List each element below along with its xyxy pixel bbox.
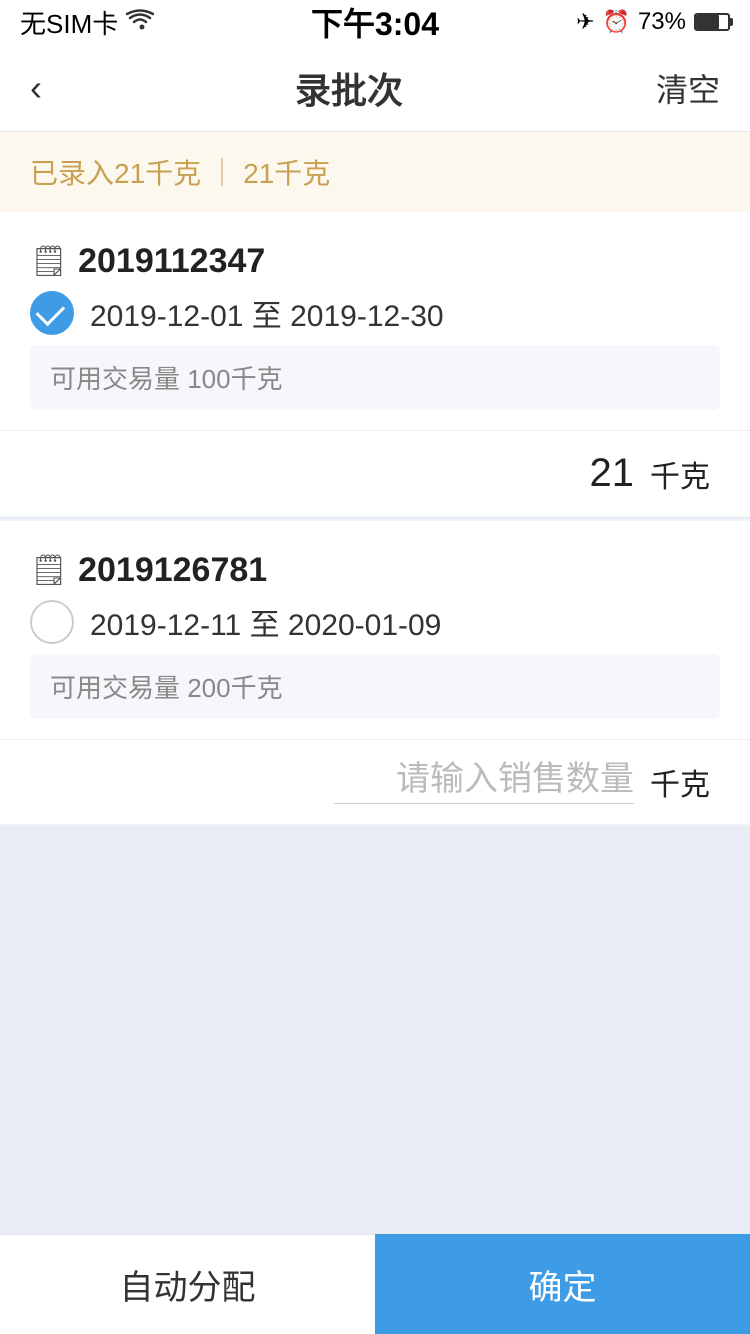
clear-button[interactable]: 清空	[656, 65, 720, 111]
batch-card-2: 🗒 2019126781 2019-12-11 至 2020-01-09 可用交…	[0, 521, 750, 824]
battery-text: 73%	[638, 8, 686, 36]
batch-2-date: 2019-12-11 至 2020-01-09	[90, 600, 441, 644]
batch-1-header: 🗒 2019112347	[0, 212, 750, 291]
carrier-text: 无SIM卡	[20, 4, 118, 41]
batch-1-checkbox[interactable]	[30, 291, 74, 335]
alarm-icon: ⏰	[603, 9, 630, 35]
batch-1-date: 2019-12-01 至 2019-12-30	[90, 291, 444, 335]
battery-icon	[694, 13, 730, 31]
batch-2-date-row: 2019-12-11 至 2020-01-09	[0, 600, 750, 654]
batch-1-amount: 21	[590, 451, 635, 496]
batch-1-icon: 🗒	[30, 244, 68, 279]
bottom-bar: 自动分配 确定	[0, 1234, 750, 1334]
batch-1-amount-row: 21 千克	[0, 430, 750, 516]
summary-total-value: 21千克	[243, 152, 330, 192]
wifi-icon	[126, 7, 154, 38]
batch-2-input-wrapper	[334, 760, 634, 804]
section-divider	[0, 518, 750, 519]
auto-distribute-button[interactable]: 自动分配	[0, 1234, 375, 1334]
nav-bar: ‹ 录批次 清空	[0, 44, 750, 132]
summary-divider	[221, 158, 223, 186]
back-button[interactable]: ‹	[30, 67, 42, 109]
summary-recorded-label: 已录入21千克	[30, 152, 201, 192]
batch-1-unit: 千克	[650, 452, 710, 496]
batch-2-availability: 可用交易量 200千克	[30, 654, 720, 719]
empty-area	[0, 826, 750, 1234]
batch-2-header: 🗒 2019126781	[0, 521, 750, 600]
confirm-button[interactable]: 确定	[375, 1234, 750, 1334]
batch-1-date-row: 2019-12-01 至 2019-12-30	[0, 291, 750, 345]
location-icon: ✈	[576, 9, 594, 35]
status-bar: 无SIM卡 下午3:04 ✈ ⏰ 73%	[0, 0, 750, 44]
batch-1-availability: 可用交易量 100千克	[30, 345, 720, 410]
batch-2-unit: 千克	[650, 760, 710, 804]
status-time: 下午3:04	[311, 0, 439, 45]
batch-1-id: 2019112347	[78, 242, 265, 281]
batch-2-icon: 🗒	[30, 553, 68, 588]
status-left: 无SIM卡	[20, 4, 154, 41]
batch-2-qty-input[interactable]	[334, 760, 634, 799]
status-right: ✈ ⏰ 73%	[576, 8, 730, 36]
batch-2-input-row: 千克	[0, 739, 750, 824]
batch-2-id: 2019126781	[78, 551, 267, 590]
page-title: 录批次	[295, 62, 403, 114]
batch-2-checkbox[interactable]	[30, 600, 74, 644]
batch-card-1: 🗒 2019112347 2019-12-01 至 2019-12-30 可用交…	[0, 212, 750, 516]
summary-banner: 已录入21千克 21千克	[0, 132, 750, 212]
